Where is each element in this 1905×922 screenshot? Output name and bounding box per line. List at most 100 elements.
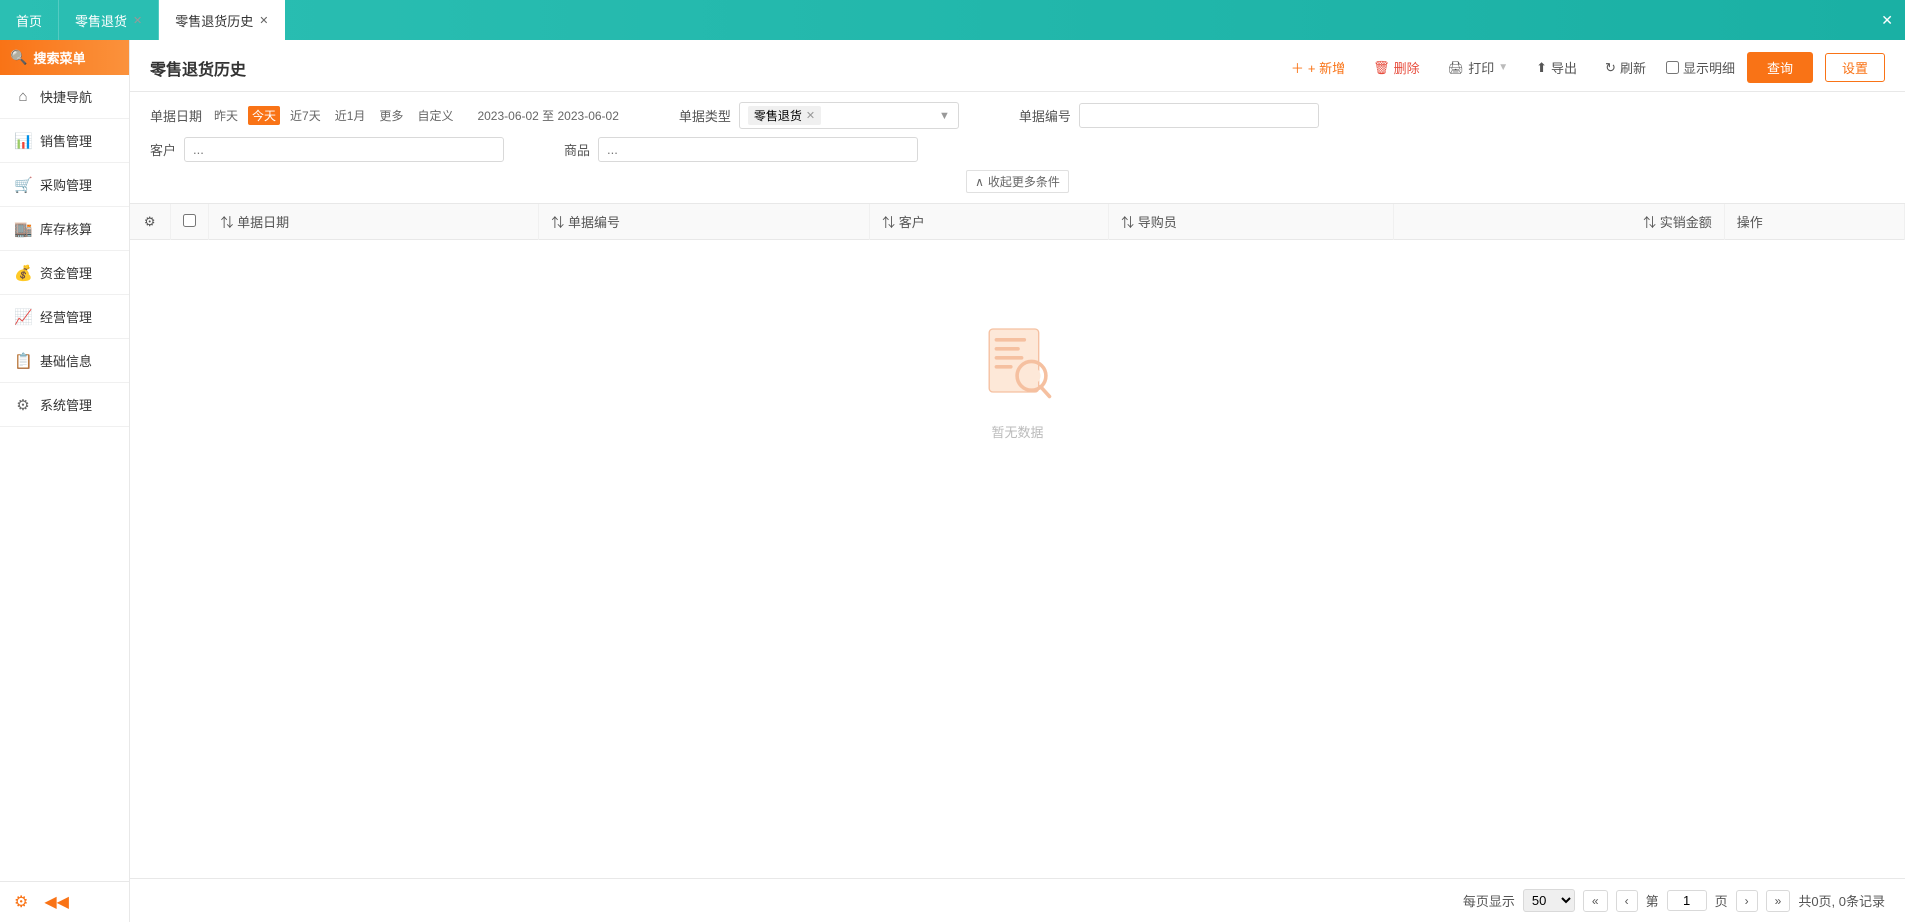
tab-retail-return[interactable]: 零售退货 ✕ [59, 0, 159, 40]
sidebar-item-inventory-label: 库存核算 [40, 219, 92, 238]
window-close-icon[interactable]: ✕ [1881, 12, 1893, 29]
col-action: 操作 [1724, 204, 1904, 240]
sidebar-item-purchase[interactable]: 🛒 采购管理 [0, 163, 129, 207]
table-area: ⚙ ⇅ 单据日期 ⇅ 单据编号 [130, 204, 1905, 878]
date-shortcuts: 昨天 今天 近7天 近1月 更多 自定义 [210, 106, 457, 125]
export-icon: ⬆ [1536, 60, 1547, 76]
tab-retail-return-history[interactable]: 零售退货历史 ✕ [159, 0, 285, 40]
table-header-row: ⚙ ⇅ 单据日期 ⇅ 单据编号 [130, 204, 1905, 240]
voucher-type-select[interactable]: 零售退货 ✕ ▼ [739, 102, 959, 129]
col-settings: ⚙ [130, 204, 170, 240]
main-layout: 🔍 搜索菜单 ⌂ 快捷导航 📊 销售管理 🛒 采购管理 🏬 库存核算 💰 [0, 40, 1905, 922]
empty-text: 暂无数据 [991, 422, 1043, 441]
page-suffix: 页 [1715, 891, 1728, 910]
toolbar: ＋ + 新增 🗑 删除 🖨 打印 ▼ ⬆ 导出 ↻ [1283, 52, 1885, 83]
sidebar-item-sales[interactable]: 📊 销售管理 [0, 119, 129, 163]
page-header: 零售退货历史 ＋ + 新增 🗑 删除 🖨 打印 ▼ ⬆ 导出 [130, 40, 1905, 92]
date-today[interactable]: 今天 [248, 106, 280, 125]
sidebar-item-finance[interactable]: 💰 资金管理 [0, 251, 129, 295]
sidebar-item-sales-label: 销售管理 [40, 131, 92, 150]
pagination-first-btn[interactable]: « [1583, 890, 1608, 912]
page-title: 零售退货历史 [150, 56, 246, 80]
tab-retail-return-history-close[interactable]: ✕ [259, 14, 268, 27]
date-1month[interactable]: 近1月 [331, 106, 370, 125]
filter-voucher-type: 单据类型 零售退货 ✕ ▼ [679, 102, 959, 129]
per-page-label: 每页显示 [1463, 891, 1515, 910]
purchase-icon: 🛒 [14, 176, 32, 194]
pagination-bar: 每页显示 50 10 20 100 « ‹ 第 页 › » 共0页, 0条记录 [130, 878, 1905, 922]
col-amount: ⇅ 实销金额 [1393, 204, 1724, 240]
empty-icon [973, 320, 1063, 410]
display-detail-checkbox-label[interactable]: 显示明细 [1666, 58, 1735, 77]
date-custom[interactable]: 自定义 [413, 106, 457, 125]
export-button[interactable]: ⬆ 导出 [1528, 54, 1585, 81]
data-table: ⚙ ⇅ 单据日期 ⇅ 单据编号 [130, 204, 1905, 240]
finance-icon: 💰 [14, 264, 32, 282]
sidebar-item-basic-info-label: 基础信息 [40, 351, 92, 370]
goods-label: 商品 [564, 140, 590, 159]
sidebar-item-operation[interactable]: 📈 经营管理 [0, 295, 129, 339]
pagination-last-btn[interactable]: » [1766, 890, 1791, 912]
inventory-icon: 🏬 [14, 220, 32, 238]
table-settings-icon[interactable]: ⚙ [144, 214, 156, 229]
sidebar-item-purchase-label: 采购管理 [40, 175, 92, 194]
goods-input[interactable] [598, 137, 918, 162]
basic-info-icon: 📋 [14, 352, 32, 370]
print-dropdown-icon: ▼ [1498, 62, 1508, 73]
filter-goods: 商品 [564, 137, 918, 162]
sidebar-item-basic-info[interactable]: 📋 基础信息 [0, 339, 129, 383]
content-area: 零售退货历史 ＋ + 新增 🗑 删除 🖨 打印 ▼ ⬆ 导出 [130, 40, 1905, 922]
sidebar-item-inventory[interactable]: 🏬 库存核算 [0, 207, 129, 251]
date-yesterday[interactable]: 昨天 [210, 106, 242, 125]
voucher-type-dropdown-icon: ▼ [939, 110, 950, 122]
page-number-input[interactable] [1667, 890, 1707, 911]
filter-area: 单据日期 昨天 今天 近7天 近1月 更多 自定义 2023-06-02 至 2… [130, 92, 1905, 204]
sidebar-item-quick-nav[interactable]: ⌂ 快捷导航 [0, 75, 129, 119]
filter-voucher-number: 单据编号 [1019, 103, 1319, 128]
top-bar: 首页 零售退货 ✕ 零售退货历史 ✕ ✕ [0, 0, 1905, 40]
refresh-icon: ↻ [1605, 60, 1616, 76]
filter-more-row: ∧ 收起更多条件 [150, 170, 1885, 193]
audio-footer-icon[interactable]: ◀◀ [44, 892, 69, 912]
tab-retail-return-close[interactable]: ✕ [133, 14, 142, 27]
sidebar-item-system-label: 系统管理 [40, 395, 92, 414]
date-more[interactable]: 更多 [375, 106, 407, 125]
pagination-next-btn[interactable]: › [1736, 890, 1758, 912]
select-all-checkbox[interactable] [183, 214, 196, 227]
sidebar-search-label: 搜索菜单 [33, 48, 85, 67]
voucher-type-tag-close[interactable]: ✕ [806, 109, 815, 122]
voucher-type-label: 单据类型 [679, 106, 731, 125]
display-detail-checkbox[interactable] [1666, 61, 1679, 74]
collapse-button[interactable]: ∧ 收起更多条件 [966, 170, 1069, 193]
query-button[interactable]: 查询 [1747, 52, 1813, 83]
filter-date: 单据日期 昨天 今天 近7天 近1月 更多 自定义 [150, 106, 457, 125]
print-button[interactable]: 🖨 打印 ▼ [1440, 54, 1516, 81]
window-controls: ✕ [1869, 12, 1905, 29]
empty-state: 暂无数据 [130, 240, 1905, 481]
settings-footer-icon[interactable]: ⚙ [14, 892, 28, 912]
add-button[interactable]: ＋ + 新增 [1283, 54, 1353, 81]
voucher-number-label: 单据编号 [1019, 106, 1071, 125]
tab-list: 首页 零售退货 ✕ 零售退货历史 ✕ [0, 0, 1869, 40]
tab-home[interactable]: 首页 [0, 0, 59, 40]
pagination-prev-btn[interactable]: ‹ [1616, 890, 1638, 912]
search-icon: 🔍 [10, 49, 27, 66]
customer-input[interactable] [184, 137, 504, 162]
delete-icon: 🗑 [1373, 60, 1390, 76]
voucher-number-input[interactable] [1079, 103, 1319, 128]
date-filter-label: 单据日期 [150, 106, 202, 125]
sidebar-item-finance-label: 资金管理 [40, 263, 92, 282]
col-date: ⇅ 单据日期 [208, 204, 539, 240]
delete-button[interactable]: 🗑 删除 [1365, 54, 1428, 81]
per-page-select[interactable]: 50 10 20 100 [1523, 889, 1575, 912]
filter-date-range-display: 2023-06-02 至 2023-06-02 [477, 107, 618, 124]
refresh-button[interactable]: ↻ 刷新 [1597, 54, 1654, 81]
settings-button[interactable]: 设置 [1825, 53, 1885, 82]
date-7days[interactable]: 近7天 [286, 106, 325, 125]
col-guide: ⇅ 导购员 [1109, 204, 1394, 240]
sidebar-search[interactable]: 🔍 搜索菜单 [0, 40, 129, 75]
sidebar-item-system[interactable]: ⚙ 系统管理 [0, 383, 129, 427]
sidebar-item-quick-nav-label: 快捷导航 [40, 87, 92, 106]
voucher-type-tag: 零售退货 ✕ [748, 106, 821, 125]
sidebar-item-operation-label: 经营管理 [40, 307, 92, 326]
